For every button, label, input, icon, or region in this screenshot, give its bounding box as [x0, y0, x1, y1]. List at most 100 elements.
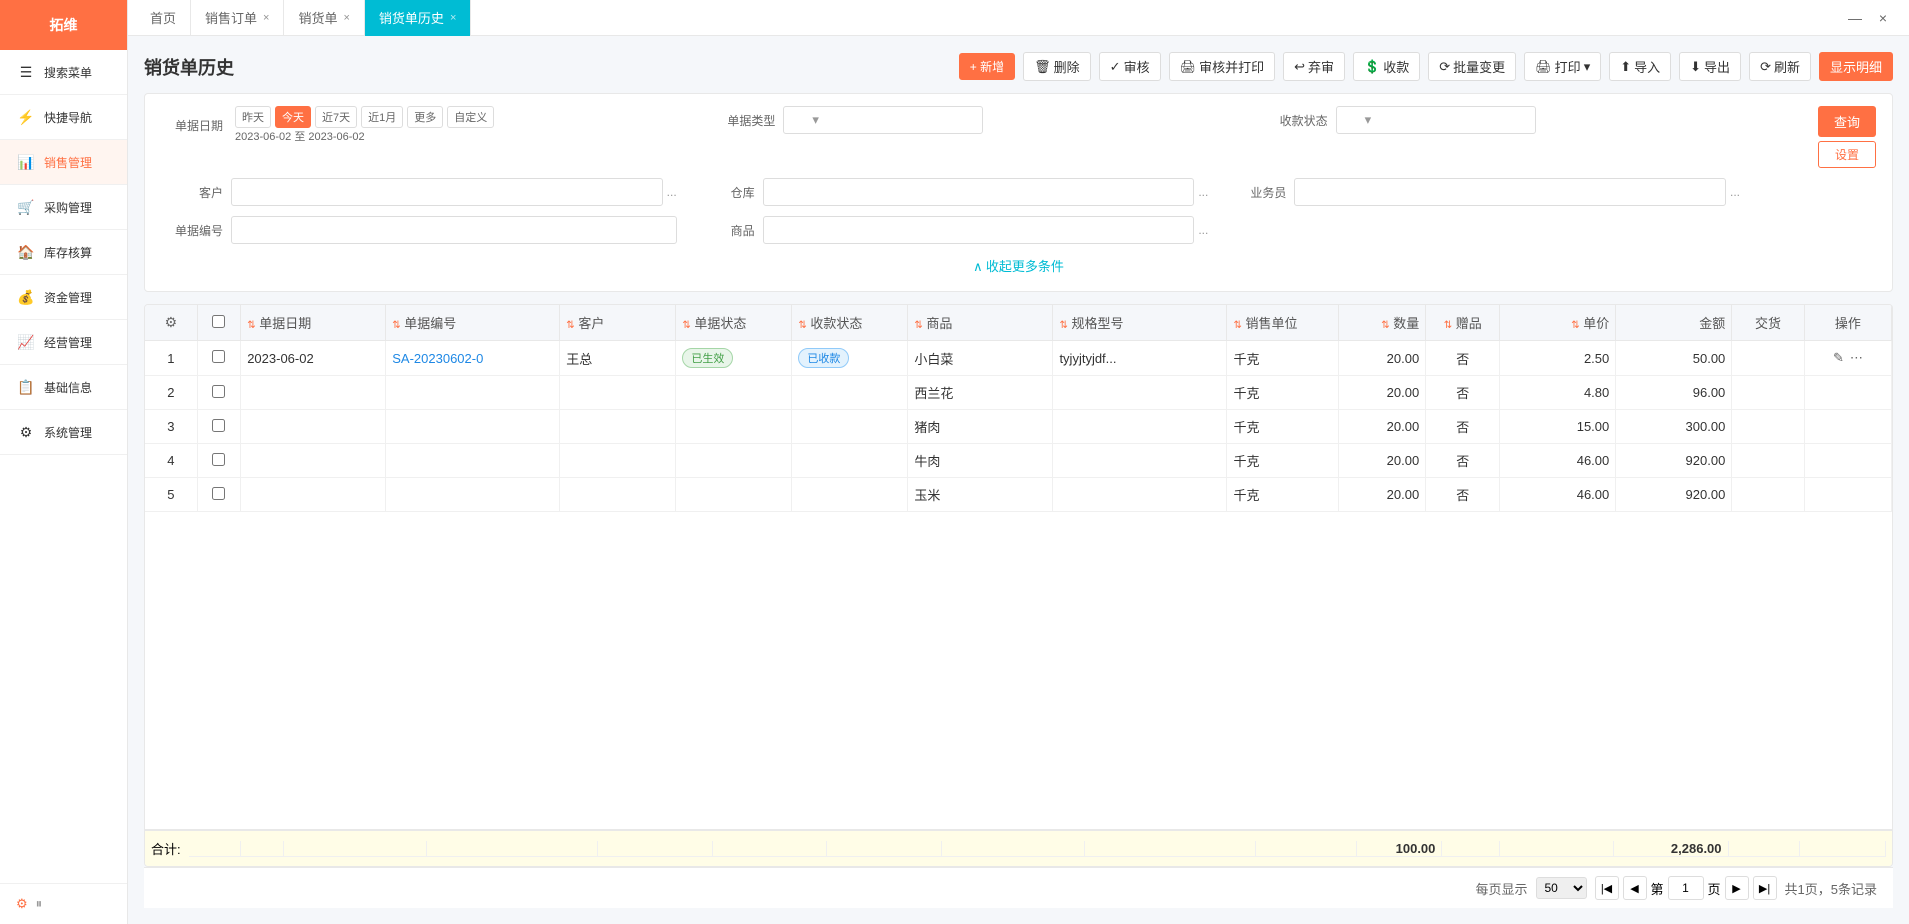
- sidebar-item-sales-mgmt[interactable]: 📊 销售管理: [0, 140, 127, 185]
- date-btn-1month[interactable]: 近1月: [361, 106, 403, 128]
- collect-button[interactable]: 💲 收款: [1353, 52, 1420, 81]
- export-button[interactable]: ⬇ 导出: [1679, 52, 1741, 81]
- sidebar-item-finance-mgmt[interactable]: 💰 资金管理: [0, 275, 127, 320]
- page-number-input[interactable]: [1668, 876, 1704, 900]
- next-page-button[interactable]: ▶: [1725, 876, 1749, 900]
- customer-col-header[interactable]: ⇅ 客户: [560, 305, 676, 341]
- per-page-select[interactable]: 50 100 200: [1536, 877, 1587, 899]
- row-docno[interactable]: SA-20230602-0: [386, 341, 560, 376]
- unit-col-header[interactable]: ⇅ 销售单位: [1227, 305, 1339, 341]
- row-actions[interactable]: ✎⋯: [1804, 341, 1891, 376]
- row-checkbox-cell[interactable]: [197, 444, 241, 478]
- tab-sales-history-close[interactable]: ×: [450, 12, 456, 24]
- sidebar-bottom-icon2[interactable]: ⏸: [36, 896, 43, 912]
- prev-page-button[interactable]: ◀: [1623, 876, 1647, 900]
- date-col-header[interactable]: ⇅ 单据日期: [241, 305, 386, 341]
- row-docno[interactable]: [386, 444, 560, 478]
- sidebar-item-search-menu[interactable]: ☰ 搜索菜单: [0, 50, 127, 95]
- print-button[interactable]: 🖨 打印 ▾: [1524, 52, 1601, 81]
- goods-col-header[interactable]: ⇅ 商品: [908, 305, 1053, 341]
- select-all-checkbox[interactable]: [212, 315, 225, 328]
- settings-col-header[interactable]: ⚙: [145, 305, 197, 341]
- salesperson-ellipsis[interactable]: ...: [1730, 185, 1740, 199]
- new-button[interactable]: + 新增: [959, 53, 1015, 80]
- salesperson-input[interactable]: [1294, 178, 1726, 206]
- close-button[interactable]: ×: [1873, 8, 1893, 28]
- query-button[interactable]: 查询: [1818, 106, 1876, 137]
- row-checkbox-cell[interactable]: [197, 341, 241, 376]
- more-icon[interactable]: ⋯: [1850, 350, 1863, 365]
- row-actions[interactable]: [1804, 410, 1891, 444]
- row-checkbox[interactable]: [212, 453, 225, 466]
- row-checkbox[interactable]: [212, 385, 225, 398]
- sidebar-item-quick-nav[interactable]: ⚡ 快捷导航: [0, 95, 127, 140]
- delete-button[interactable]: 🗑 删除: [1023, 52, 1091, 81]
- sidebar-item-inventory[interactable]: 🏠 库存核算: [0, 230, 127, 275]
- set-button[interactable]: 设置: [1818, 141, 1876, 168]
- first-page-button[interactable]: |◀: [1595, 876, 1619, 900]
- sidebar-item-label: 库存核算: [44, 244, 92, 261]
- row-checkbox-cell[interactable]: [197, 478, 241, 512]
- docno-col-header[interactable]: ⇅ 单据编号: [386, 305, 560, 341]
- show-detail-button[interactable]: 显示明细: [1819, 52, 1893, 81]
- gift-col-header[interactable]: ⇅ 赠品: [1426, 305, 1500, 341]
- edit-icon[interactable]: ✎: [1833, 350, 1844, 365]
- row-docno[interactable]: [386, 410, 560, 444]
- doc-type-select[interactable]: ▾: [783, 106, 983, 134]
- refresh-button[interactable]: ⟳ 刷新: [1749, 52, 1811, 81]
- trade-col-header[interactable]: 交货: [1732, 305, 1805, 341]
- date-btn-today[interactable]: 今天: [275, 106, 311, 128]
- row-checkbox[interactable]: [212, 350, 225, 363]
- row-checkbox-cell[interactable]: [197, 376, 241, 410]
- tab-sales-history[interactable]: 销货单历史 ×: [365, 0, 471, 36]
- warehouse-ellipsis[interactable]: ...: [1198, 185, 1208, 199]
- docstatus-col-header[interactable]: ⇅ 单据状态: [676, 305, 792, 341]
- tab-sales-delivery-close[interactable]: ×: [343, 12, 349, 24]
- batch-change-button[interactable]: ⟳ 批量变更: [1428, 52, 1516, 81]
- tab-sales-order[interactable]: 销售订单 ×: [191, 0, 284, 36]
- collapse-button[interactable]: ∧ 收起更多条件: [161, 252, 1876, 279]
- row-docno[interactable]: [386, 478, 560, 512]
- import-button[interactable]: ⬆ 导入: [1609, 52, 1671, 81]
- audit-print-button[interactable]: 🖨 审核并打印: [1169, 52, 1276, 81]
- goods-ellipsis[interactable]: ...: [1198, 223, 1208, 237]
- qty-col-header[interactable]: ⇅ 数量: [1339, 305, 1426, 341]
- price-col-header[interactable]: ⇅ 单价: [1500, 305, 1616, 341]
- row-actions[interactable]: [1804, 376, 1891, 410]
- date-btn-yesterday[interactable]: 昨天: [235, 106, 271, 128]
- date-btn-more[interactable]: 更多: [407, 106, 443, 128]
- amount-col-header[interactable]: 金额: [1616, 305, 1732, 341]
- last-page-button[interactable]: ▶|: [1753, 876, 1777, 900]
- sidebar-item-purchase-mgmt[interactable]: 🛒 采购管理: [0, 185, 127, 230]
- checkbox-col-header[interactable]: [197, 305, 241, 341]
- abandon-button[interactable]: ↩ 弃审: [1283, 52, 1345, 81]
- row-docno[interactable]: [386, 376, 560, 410]
- sidebar-item-basic-info[interactable]: 📋 基础信息: [0, 365, 127, 410]
- date-btn-7days[interactable]: 近7天: [315, 106, 357, 128]
- doc-no-link[interactable]: SA-20230602-0: [392, 351, 483, 366]
- row-actions[interactable]: [1804, 478, 1891, 512]
- sidebar-item-operation-mgmt[interactable]: 📈 经营管理: [0, 320, 127, 365]
- paystatus-col-header[interactable]: ⇅ 收款状态: [792, 305, 908, 341]
- spec-col-header[interactable]: ⇅ 规格型号: [1053, 305, 1227, 341]
- sidebar-item-system-mgmt[interactable]: ⚙ 系统管理: [0, 410, 127, 455]
- tab-sales-order-close[interactable]: ×: [263, 12, 269, 24]
- date-btn-custom[interactable]: 自定义: [447, 106, 494, 128]
- audit-button[interactable]: ✓ 审核: [1099, 52, 1161, 81]
- sidebar-bottom-icon1[interactable]: ⚙: [16, 896, 28, 912]
- docno-input[interactable]: [231, 216, 677, 244]
- pay-status-select[interactable]: ▾: [1336, 106, 1536, 134]
- row-actions[interactable]: [1804, 444, 1891, 478]
- tab-home[interactable]: 首页: [136, 0, 191, 36]
- row-checkbox[interactable]: [212, 487, 225, 500]
- warehouse-input[interactable]: [763, 178, 1195, 206]
- row-checkbox-cell[interactable]: [197, 410, 241, 444]
- customer-ellipsis[interactable]: ...: [667, 185, 677, 199]
- goods-input[interactable]: [763, 216, 1195, 244]
- column-settings-button[interactable]: ⚙: [165, 314, 178, 331]
- action-col-header: 操作: [1804, 305, 1891, 341]
- customer-input[interactable]: [231, 178, 663, 206]
- minimize-button[interactable]: —: [1845, 8, 1865, 28]
- row-checkbox[interactable]: [212, 419, 225, 432]
- tab-sales-delivery[interactable]: 销货单 ×: [284, 0, 364, 36]
